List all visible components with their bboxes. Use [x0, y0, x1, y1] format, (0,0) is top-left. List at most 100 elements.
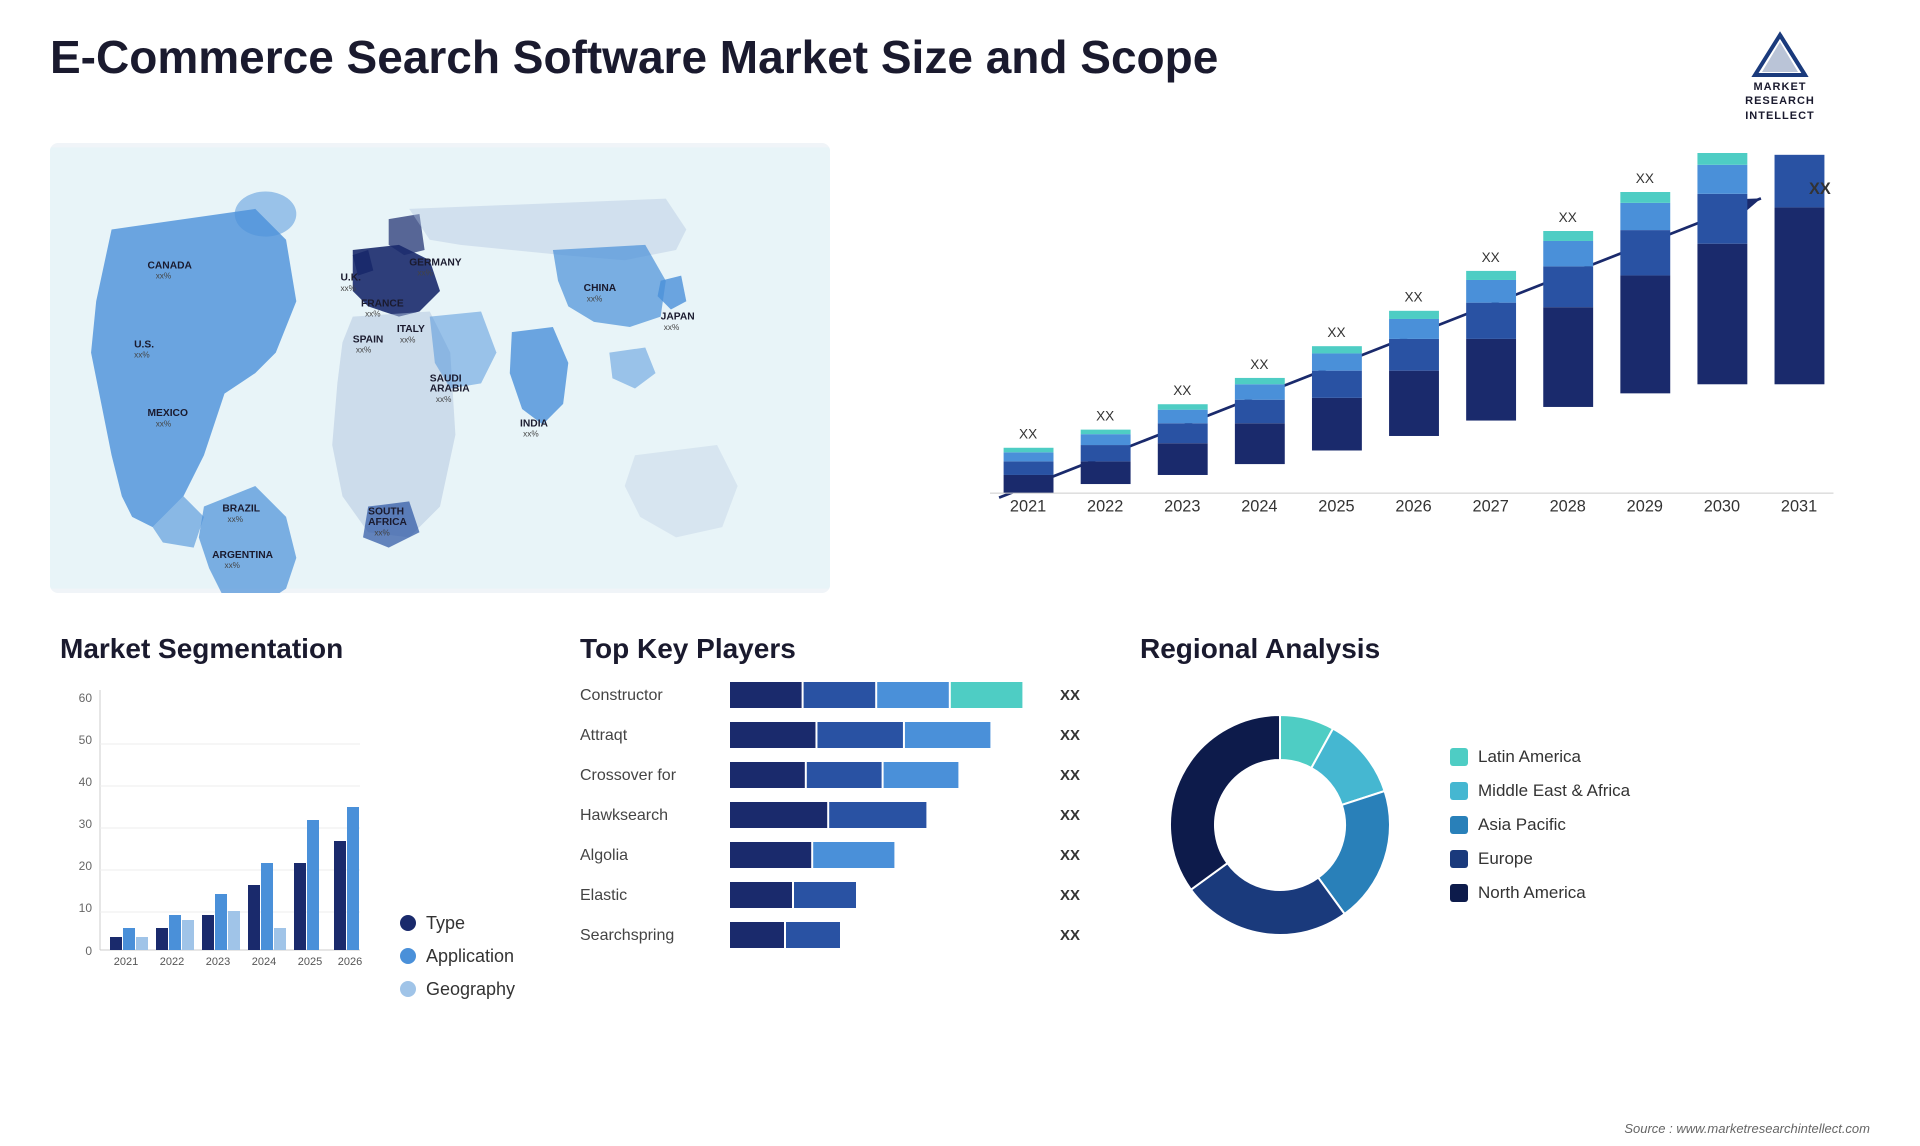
- svg-text:xx%: xx%: [224, 561, 240, 570]
- player-value: XX: [1060, 767, 1080, 784]
- player-name: Searchspring: [580, 927, 720, 945]
- svg-text:2021: 2021: [1010, 497, 1046, 515]
- logo-text: MARKET RESEARCH INTELLECT: [1745, 80, 1815, 123]
- svg-text:2029: 2029: [1627, 497, 1663, 515]
- svg-text:2022: 2022: [1087, 497, 1123, 515]
- map-area: CANADA xx% U.S. xx% MEXICO xx% BRAZIL xx…: [50, 143, 830, 593]
- player-value: XX: [1060, 847, 1080, 864]
- svg-text:xx%: xx%: [228, 515, 244, 524]
- player-name: Algolia: [580, 847, 720, 865]
- regional-legend-dot: [1450, 748, 1468, 766]
- player-bar-container: XX: [730, 720, 1080, 752]
- regional-legend-label: Europe: [1478, 849, 1533, 869]
- svg-text:xx%: xx%: [356, 345, 372, 354]
- svg-text:2025: 2025: [1318, 497, 1354, 515]
- regional-legend-dot: [1450, 782, 1468, 800]
- regional-legend-label: Latin America: [1478, 747, 1581, 767]
- logo-icon: [1750, 30, 1810, 80]
- svg-text:xx%: xx%: [134, 351, 150, 360]
- regional-legend-item: North America: [1450, 883, 1630, 903]
- svg-text:xx%: xx%: [156, 419, 172, 428]
- svg-text:XX: XX: [1250, 357, 1268, 372]
- type-dot: [400, 915, 416, 931]
- regional-legend-item: Asia Pacific: [1450, 815, 1630, 835]
- svg-text:MEXICO: MEXICO: [148, 408, 188, 419]
- svg-text:xx%: xx%: [365, 310, 381, 319]
- player-bar-container: XX: [730, 760, 1080, 792]
- svg-text:2026: 2026: [338, 956, 362, 968]
- svg-text:2022: 2022: [160, 956, 184, 968]
- regional-legend-label: Middle East & Africa: [1478, 781, 1630, 801]
- svg-text:2028: 2028: [1550, 497, 1586, 515]
- player-row: Algolia XX: [580, 840, 1080, 872]
- svg-text:CHINA: CHINA: [584, 283, 617, 294]
- svg-text:XX: XX: [1404, 290, 1422, 305]
- svg-text:AFRICA: AFRICA: [368, 517, 407, 528]
- seg-chart-svg: 0 10 20 30 40 50 60: [60, 680, 380, 1000]
- player-bar-svg: [730, 721, 1050, 751]
- player-name: Hawksearch: [580, 807, 720, 825]
- svg-text:XX: XX: [1809, 180, 1831, 198]
- svg-text:20: 20: [79, 859, 93, 873]
- segmentation-area: Market Segmentation 0 10 20 30 40 50 60: [50, 623, 530, 1063]
- bar-chart-area: 2021 XX 2022 XX 2023 XX: [870, 143, 1870, 593]
- svg-text:FRANCE: FRANCE: [361, 298, 404, 309]
- player-row: ElasticXX: [580, 880, 1080, 912]
- svg-text:xx%: xx%: [156, 272, 172, 281]
- application-dot: [400, 948, 416, 964]
- legend-item-application: Application: [400, 946, 515, 967]
- players-list: ConstructorXXAttraqtXXCrossover forXXHaw…: [580, 680, 1080, 952]
- svg-text:ARGENTINA: ARGENTINA: [212, 550, 274, 561]
- player-bar-svg: [730, 761, 1050, 791]
- svg-text:XX: XX: [1019, 427, 1037, 442]
- svg-text:2023: 2023: [206, 956, 230, 968]
- bottom-section: Market Segmentation 0 10 20 30 40 50 60: [50, 623, 1870, 1063]
- svg-text:XX: XX: [1096, 408, 1114, 423]
- svg-text:2031: 2031: [1781, 497, 1817, 515]
- svg-text:50: 50: [79, 733, 93, 747]
- player-bar-container: XX: [730, 920, 1080, 952]
- svg-text:XX: XX: [1559, 210, 1577, 225]
- player-value: XX: [1060, 807, 1080, 824]
- svg-text:2024: 2024: [252, 956, 276, 968]
- player-bar-svg: [730, 841, 1050, 871]
- player-row: AttraqtXX: [580, 720, 1080, 752]
- svg-text:U.S.: U.S.: [134, 339, 154, 350]
- player-bar-container: XX: [730, 800, 1080, 832]
- svg-text:2030: 2030: [1704, 497, 1740, 515]
- svg-text:xx%: xx%: [417, 269, 433, 278]
- regional-chart-wrapper: Latin America Middle East & Africa Asia Pa…: [1140, 685, 1860, 965]
- regional-area: Regional Analysis Latin AmericaMiddle Ea…: [1130, 623, 1870, 1063]
- svg-text:XX: XX: [1327, 325, 1345, 340]
- svg-text:10: 10: [79, 901, 93, 915]
- svg-text:xx%: xx%: [664, 323, 680, 332]
- svg-text:2024: 2024: [1241, 497, 1277, 515]
- svg-text:30: 30: [79, 817, 93, 831]
- svg-text:40: 40: [79, 775, 93, 789]
- svg-text:BRAZIL: BRAZIL: [222, 504, 260, 515]
- player-bar-container: XX: [730, 840, 1080, 872]
- svg-text:2021: 2021: [114, 956, 138, 968]
- player-name: Crossover for: [580, 767, 720, 785]
- player-bar-svg: [730, 801, 1050, 831]
- svg-text:2025: 2025: [298, 956, 322, 968]
- player-value: XX: [1060, 887, 1080, 904]
- regional-legend-item: Middle East & Africa: [1450, 781, 1630, 801]
- svg-text:2026: 2026: [1395, 497, 1431, 515]
- regional-legend-item: Europe: [1450, 849, 1630, 869]
- players-area: Top Key Players ConstructorXXAttraqtXXCr…: [570, 623, 1090, 1063]
- player-value: XX: [1060, 727, 1080, 744]
- logo: MARKET RESEARCH INTELLECT: [1690, 30, 1870, 123]
- svg-text:XX: XX: [1636, 171, 1654, 186]
- svg-text:xx%: xx%: [523, 430, 539, 439]
- svg-text:ITALY: ITALY: [397, 324, 425, 335]
- regional-legend-label: North America: [1478, 883, 1586, 903]
- svg-text:xx%: xx%: [400, 335, 416, 344]
- source-text: Source : www.marketresearchintellect.com: [1624, 1121, 1870, 1136]
- svg-text:INDIA: INDIA: [520, 418, 549, 429]
- svg-text:U.K.: U.K.: [340, 273, 361, 284]
- svg-text:xx%: xx%: [436, 395, 452, 404]
- player-bar-container: XX: [730, 680, 1080, 712]
- player-row: Hawksearch XX: [580, 800, 1080, 832]
- player-value: XX: [1060, 927, 1080, 944]
